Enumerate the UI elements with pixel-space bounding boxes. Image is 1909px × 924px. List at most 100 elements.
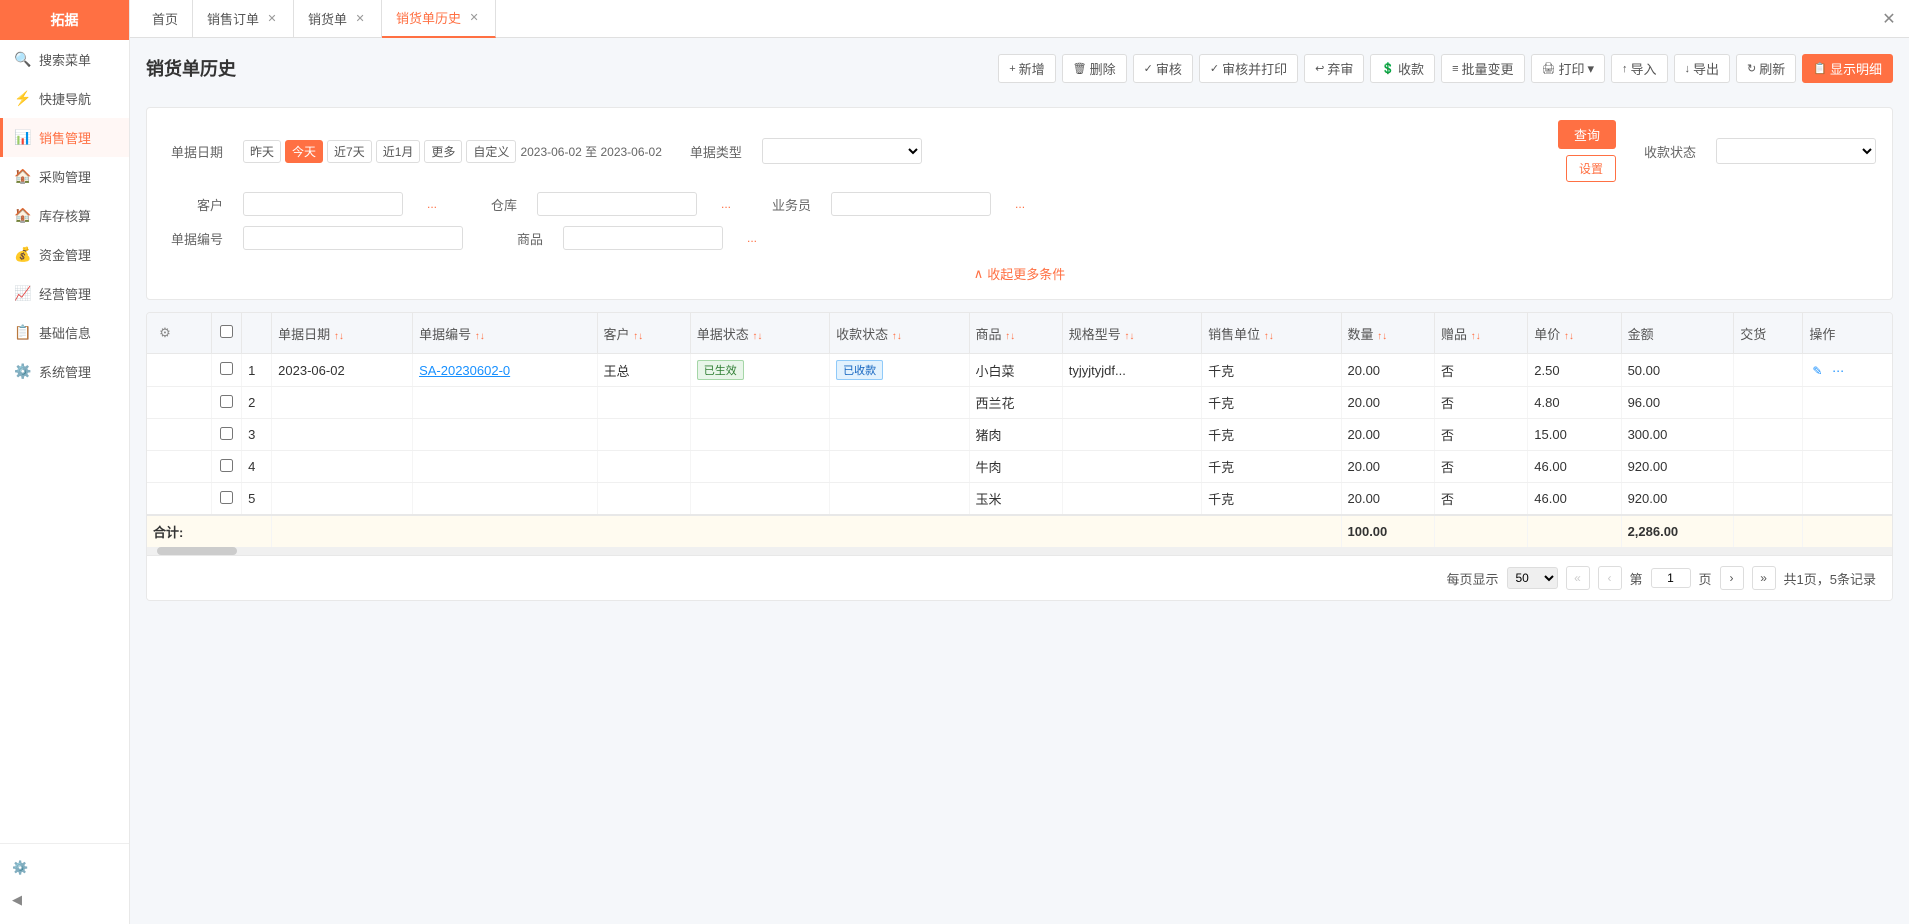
row-goods: 玉米 (969, 483, 1062, 516)
doc-no-input[interactable] (243, 226, 463, 250)
sidebar-item-basic-info[interactable]: 📋 基础信息 (0, 313, 129, 352)
import-icon: ↑ (1622, 63, 1628, 75)
col-price[interactable]: 单价 ↑↓ (1528, 313, 1621, 354)
col-spec[interactable]: 规格型号 ↑↓ (1062, 313, 1201, 354)
col-doc-date-label: 单据日期 (278, 327, 330, 342)
audit-button[interactable]: ✓ 审核 (1133, 54, 1193, 83)
tab-sales-history[interactable]: 销货单历史 ✕ (382, 0, 496, 38)
show-detail-button[interactable]: 📋 显示明细 (1802, 54, 1893, 83)
select-all-checkbox[interactable] (220, 325, 233, 338)
warehouse-ellipsis[interactable]: ... (721, 197, 731, 211)
filter-collapse[interactable]: ∧ 收起更多条件 (163, 260, 1876, 287)
col-doc-status-label: 单据状态 (697, 327, 749, 342)
sidebar-item-search-menu[interactable]: 🔍 搜索菜单 (0, 40, 129, 79)
print-button[interactable]: 🖨 打印 ▾ (1531, 54, 1606, 83)
business-ellipsis[interactable]: ... (1015, 197, 1025, 211)
add-icon: + (1009, 63, 1015, 75)
warehouse-input[interactable] (537, 192, 697, 216)
sidebar-item-sales-mgmt[interactable]: 📊 销售管理 (0, 118, 129, 157)
col-qty[interactable]: 数量 ↑↓ (1341, 313, 1435, 354)
customer-input[interactable] (243, 192, 403, 216)
col-gift[interactable]: 赠品 ↑↓ (1435, 313, 1528, 354)
goods-input[interactable] (563, 226, 723, 250)
sidebar-item-inventory[interactable]: 🏠 库存核算 (0, 196, 129, 235)
sidebar-item-purchase-mgmt[interactable]: 🏠 采购管理 (0, 157, 129, 196)
page-input[interactable] (1651, 568, 1691, 588)
next-page-btn[interactable]: › (1720, 566, 1744, 590)
row-qty: 20.00 (1341, 419, 1435, 451)
per-page-select[interactable]: 50 20 100 (1507, 567, 1558, 589)
tab-home[interactable]: 首页 (138, 0, 193, 38)
col-doc-date[interactable]: 单据日期 ↑↓ (272, 313, 413, 354)
goods-ellipsis[interactable]: ... (747, 231, 757, 245)
batch-change-button[interactable]: ≡ 批量变更 (1441, 54, 1524, 83)
tab-sales-history-close[interactable]: ✕ (467, 11, 481, 25)
prev-page-btn[interactable]: ‹ (1598, 566, 1622, 590)
col-checkbox (212, 313, 242, 354)
refresh-button[interactable]: ↻ 刷新 (1736, 54, 1796, 83)
date-yesterday-btn[interactable]: 昨天 (243, 140, 281, 163)
row-checkbox[interactable] (220, 459, 233, 472)
sidebar: 拓据 🔍 搜索菜单 ⚡ 快捷导航 📊 销售管理 🏠 采购管理 🏠 库存核算 💰 … (0, 0, 130, 924)
col-goods[interactable]: 商品 ↑↓ (969, 313, 1062, 354)
row-customer (597, 387, 690, 419)
sidebar-item-operations-label: 经营管理 (39, 284, 91, 303)
col-doc-no[interactable]: 单据编号 ↑↓ (413, 313, 597, 354)
sidebar-settings-btn[interactable]: ⚙️ (0, 852, 129, 884)
last-page-btn[interactable]: » (1752, 566, 1776, 590)
col-unit[interactable]: 销售单位 ↑↓ (1202, 313, 1341, 354)
tab-sales-invoice[interactable]: 销货单 ✕ (294, 0, 382, 38)
sidebar-collapse-btn[interactable]: ◀ (0, 884, 129, 916)
business-input[interactable] (831, 192, 991, 216)
abandon-button[interactable]: ↩ 弃审 (1304, 54, 1364, 83)
payment-status-select[interactable] (1716, 138, 1876, 164)
date-more-btn[interactable]: 更多 (424, 140, 462, 163)
tab-sales-order-close[interactable]: ✕ (265, 12, 279, 26)
col-customer[interactable]: 客户 ↑↓ (597, 313, 690, 354)
horizontal-scrollbar[interactable] (147, 547, 1892, 555)
collect-button[interactable]: 💲 收款 (1370, 54, 1435, 83)
sidebar-item-sys-mgmt[interactable]: ⚙️ 系统管理 (0, 352, 129, 391)
row-more-btn[interactable]: ⋯ (1829, 364, 1847, 378)
sidebar-item-purchase-mgmt-label: 采购管理 (39, 167, 91, 186)
date-week-btn[interactable]: 近7天 (327, 140, 372, 163)
tab-sales-invoice-label: 销货单 (308, 9, 347, 28)
row-doc-status (690, 451, 829, 483)
total-info: 共1页，5条记录 (1784, 569, 1876, 588)
col-payment-status[interactable]: 收款状态 ↑↓ (830, 313, 969, 354)
doc-no-link[interactable]: SA-20230602-0 (419, 363, 510, 378)
row-checkbox[interactable] (220, 362, 233, 375)
import-button[interactable]: ↑ 导入 (1611, 54, 1668, 83)
tab-sales-invoice-close[interactable]: ✕ (353, 12, 367, 26)
row-checkbox[interactable] (220, 491, 233, 504)
sidebar-item-finance[interactable]: 💰 资金管理 (0, 235, 129, 274)
summary-empty (272, 515, 1341, 547)
tab-sales-order[interactable]: 销售订单 ✕ (193, 0, 294, 38)
date-month-btn[interactable]: 近1月 (376, 140, 421, 163)
first-page-btn[interactable]: « (1566, 566, 1590, 590)
batch-change-label: 批量变更 (1461, 59, 1513, 78)
row-trade (1734, 483, 1803, 516)
export-button[interactable]: ↓ 导出 (1674, 54, 1731, 83)
add-button[interactable]: + 新增 (998, 54, 1055, 83)
row-edit-btn[interactable]: ✎ (1809, 364, 1825, 378)
col-doc-status[interactable]: 单据状态 ↑↓ (690, 313, 829, 354)
sidebar-item-quick-nav-label: 快捷导航 (39, 89, 91, 108)
doc-type-select[interactable] (762, 138, 922, 164)
delete-button[interactable]: 🗑 删除 (1062, 54, 1127, 83)
query-button[interactable]: 查询 (1558, 120, 1616, 149)
sidebar-item-quick-nav[interactable]: ⚡ 快捷导航 (0, 79, 129, 118)
per-page-label: 每页显示 (1446, 569, 1498, 588)
sidebar-item-operations[interactable]: 📈 经营管理 (0, 274, 129, 313)
customer-ellipsis[interactable]: ... (427, 197, 437, 211)
close-window-btn[interactable]: ✕ (1877, 7, 1901, 31)
date-custom-btn[interactable]: 自定义 (466, 140, 516, 163)
row-checkbox[interactable] (220, 427, 233, 440)
audit-print-button[interactable]: ✓ 审核并打印 (1199, 54, 1298, 83)
row-checkbox[interactable] (220, 395, 233, 408)
setup-button[interactable]: 设置 (1566, 155, 1616, 182)
date-label: 单据日期 (163, 142, 223, 161)
date-today-btn[interactable]: 今天 (285, 140, 323, 163)
sidebar-item-finance-label: 资金管理 (39, 245, 91, 264)
table-settings-gear[interactable]: ⚙ (153, 321, 177, 345)
